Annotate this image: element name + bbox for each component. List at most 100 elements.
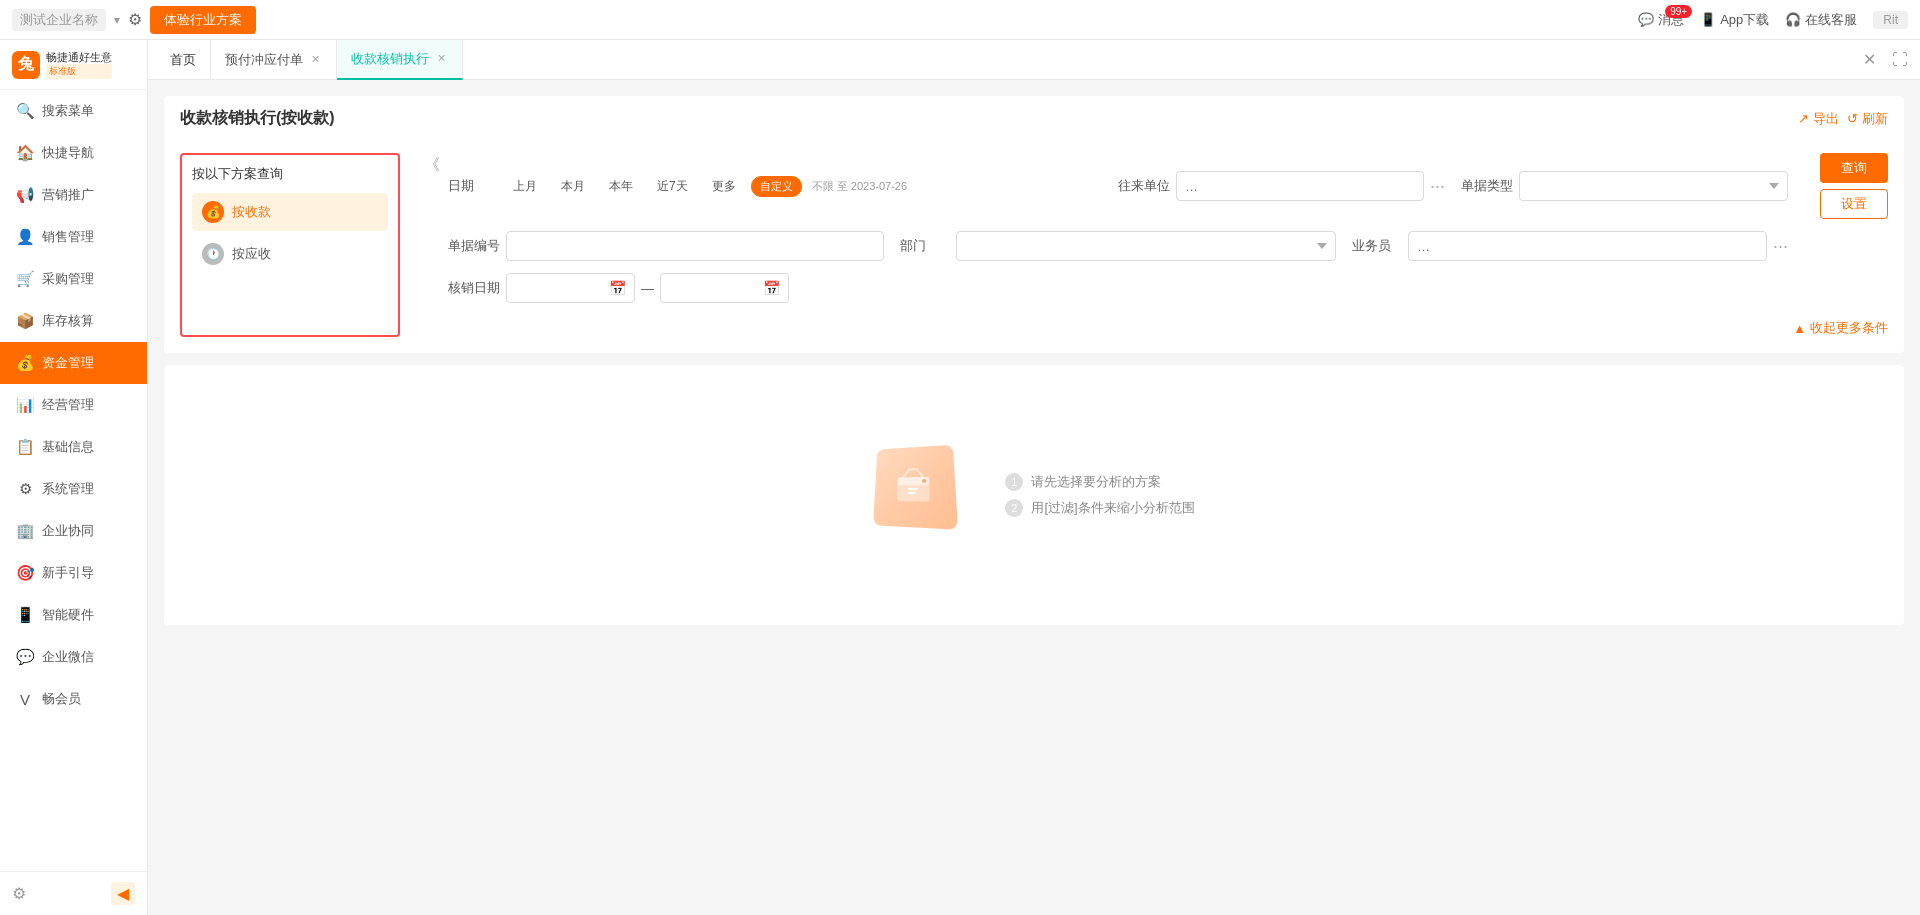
- date-field: 日期 上月 本月 本年 近7天 更多 自定义 不限 至 2023-07-26: [448, 174, 1102, 199]
- sidebar-logo: 兔 畅捷通好生意 标准版: [0, 40, 147, 90]
- tab-bar-actions: ✕ ⛶: [1859, 46, 1912, 73]
- dept-field: 部门: [900, 231, 1336, 261]
- message-badge: 99+: [1665, 5, 1692, 18]
- user-info[interactable]: Rit: [1873, 11, 1908, 29]
- sidebar-item-member[interactable]: V 畅会员: [0, 678, 147, 720]
- doc-no-field: 单据编号: [448, 231, 884, 261]
- sidebar-item-smart-hw[interactable]: 📱 智能硬件: [0, 594, 147, 636]
- marketing-icon: 📢: [16, 186, 34, 204]
- app-icon: 📱: [1700, 12, 1716, 27]
- receivable-option-icon: 🕐: [202, 243, 224, 265]
- basic-info-icon: 📋: [16, 438, 34, 456]
- finance-icon: 💰: [16, 354, 34, 372]
- doc-type-field: 单据类型: [1461, 171, 1788, 201]
- filter-option-by-receipt[interactable]: 💰 按收款: [192, 193, 388, 231]
- tab-prepay-close[interactable]: ✕: [309, 51, 322, 68]
- sidebar-label-search-menu: 搜索菜单: [42, 102, 94, 120]
- tab-bar: 首页 预付冲应付单 ✕ 收款核销执行 ✕ ✕ ⛶: [148, 40, 1920, 80]
- tab-close-all-button[interactable]: ✕: [1859, 46, 1880, 73]
- sidebar-item-operations[interactable]: 📊 经营管理: [0, 384, 147, 426]
- sidebar-item-marketing[interactable]: 📢 营销推广: [0, 174, 147, 216]
- empty-box-icon: [874, 445, 959, 530]
- sidebar-label-purchase: 采购管理: [42, 270, 94, 288]
- settings-icon[interactable]: ⚙: [128, 10, 142, 29]
- calendar-start-icon[interactable]: 📅: [609, 280, 626, 296]
- sidebar-label-system: 系统管理: [42, 480, 94, 498]
- online-service-button[interactable]: 🎧 在线客服: [1785, 11, 1857, 29]
- date-separator: —: [641, 281, 654, 296]
- tab-prepay[interactable]: 预付冲应付单 ✕: [211, 40, 337, 80]
- collapse-more-button[interactable]: ▲ 收起更多条件: [1793, 319, 1888, 337]
- sidebar-item-inventory[interactable]: 📦 库存核算: [0, 300, 147, 342]
- page-title: 收款核销执行(按收款): [180, 108, 335, 129]
- hint-2-num: 2: [1005, 499, 1023, 517]
- member-icon: V: [16, 691, 34, 708]
- export-icon: ↗: [1798, 111, 1809, 126]
- sidebar-item-newbie[interactable]: 🎯 新手引导: [0, 552, 147, 594]
- salesperson-dots-icon[interactable]: ···: [1773, 236, 1788, 257]
- date-label: 日期: [448, 177, 498, 195]
- sidebar-label-finance: 资金管理: [42, 354, 94, 372]
- chevron-down-icon[interactable]: ▾: [114, 13, 120, 27]
- quick-date-this-year[interactable]: 本年: [600, 174, 642, 199]
- tab-expand-button[interactable]: ⛶: [1888, 47, 1912, 73]
- system-icon: ⚙: [16, 480, 34, 498]
- filter-sidebar-title: 按以下方案查询: [192, 165, 388, 183]
- quick-date-more[interactable]: 更多: [703, 174, 745, 199]
- page-header: 收款核销执行(按收款) ↗ 导出 ↺ 刷新: [164, 96, 1904, 141]
- sidebar-item-sales[interactable]: 👤 销售管理: [0, 216, 147, 258]
- filter-sidebar: 按以下方案查询 💰 按收款 🕐 按应收: [180, 153, 400, 337]
- dept-select[interactable]: [956, 231, 1336, 261]
- salesperson-label: 业务员: [1352, 237, 1402, 255]
- doc-type-label: 单据类型: [1461, 177, 1513, 195]
- quick-dates: 上月 本月 本年 近7天 更多 自定义: [504, 174, 802, 199]
- tab-receipt-writeoff[interactable]: 收款核销执行 ✕: [337, 40, 463, 80]
- sidebar-item-search-menu[interactable]: 🔍 搜索菜单: [0, 90, 147, 132]
- app-download-button[interactable]: 📱 App下载: [1700, 11, 1769, 29]
- sidebar-item-quick-nav[interactable]: 🏠 快捷导航: [0, 132, 147, 174]
- settings-button[interactable]: 设置: [1820, 189, 1888, 219]
- sidebar-collapse-button[interactable]: ◀: [111, 882, 135, 905]
- partner-dots-icon[interactable]: ···: [1430, 176, 1445, 197]
- receivable-option-label: 按应收: [232, 245, 271, 263]
- salesperson-input[interactable]: [1408, 231, 1767, 261]
- message-button[interactable]: 💬 消息 99+: [1638, 11, 1684, 29]
- tab-home-label: 首页: [170, 51, 196, 69]
- empty-text: 1 请先选择要分析的方案 2 用[过滤]条件来缩小分析范围: [1005, 473, 1194, 517]
- sidebar-item-system[interactable]: ⚙ 系统管理: [0, 468, 147, 510]
- sidebar-label-enterprise: 企业协同: [42, 522, 94, 540]
- tab-home[interactable]: 首页: [156, 40, 211, 80]
- writeoff-end-input[interactable]: 2023-07-21: [669, 281, 759, 296]
- query-actions: 查询 设置: [1820, 153, 1888, 219]
- doc-no-input[interactable]: [506, 231, 884, 261]
- refresh-button[interactable]: ↺ 刷新: [1847, 110, 1888, 128]
- export-button[interactable]: ↗ 导出: [1798, 110, 1839, 128]
- hint-1-text: 请先选择要分析的方案: [1031, 473, 1161, 491]
- chevron-up-icon: ▲: [1793, 321, 1806, 336]
- sidebar-item-enterprise[interactable]: 🏢 企业协同: [0, 510, 147, 552]
- sidebar-item-purchase[interactable]: 🛒 采购管理: [0, 258, 147, 300]
- sidebar-item-basic-info[interactable]: 📋 基础信息: [0, 426, 147, 468]
- industry-solution-button[interactable]: 体验行业方案: [150, 6, 256, 34]
- sidebar-label-inventory: 库存核算: [42, 312, 94, 330]
- calendar-end-icon[interactable]: 📅: [763, 280, 780, 296]
- quick-date-this-month[interactable]: 本月: [552, 174, 594, 199]
- quick-date-7days[interactable]: 近7天: [648, 174, 697, 199]
- tab-receipt-writeoff-close[interactable]: ✕: [435, 50, 448, 67]
- quick-date-last-month[interactable]: 上月: [504, 174, 546, 199]
- writeoff-start-input[interactable]: 2023-03-01: [515, 281, 605, 296]
- filter-sidebar-collapse-button[interactable]: 《: [416, 155, 448, 176]
- sidebar-gear-button[interactable]: ⚙: [12, 884, 26, 903]
- doc-type-select[interactable]: [1519, 171, 1788, 201]
- writeoff-start-wrap: 2023-03-01 📅: [506, 273, 635, 303]
- top-header-left: 测试企业名称 ▾ ⚙ 体验行业方案: [12, 6, 256, 34]
- filter-option-by-receivable[interactable]: 🕐 按应收: [192, 235, 388, 273]
- sidebar-item-finance[interactable]: 💰 资金管理: [0, 342, 147, 384]
- partner-input[interactable]: [1176, 171, 1424, 201]
- custom-date-tag[interactable]: 自定义: [751, 176, 802, 197]
- search-icon: 🔍: [16, 102, 34, 120]
- writeoff-date-label: 核销日期: [448, 279, 500, 297]
- collapse-more-row: ▲ 收起更多条件: [448, 315, 1888, 337]
- sidebar-item-wechat[interactable]: 💬 企业微信: [0, 636, 147, 678]
- query-button[interactable]: 查询: [1820, 153, 1888, 183]
